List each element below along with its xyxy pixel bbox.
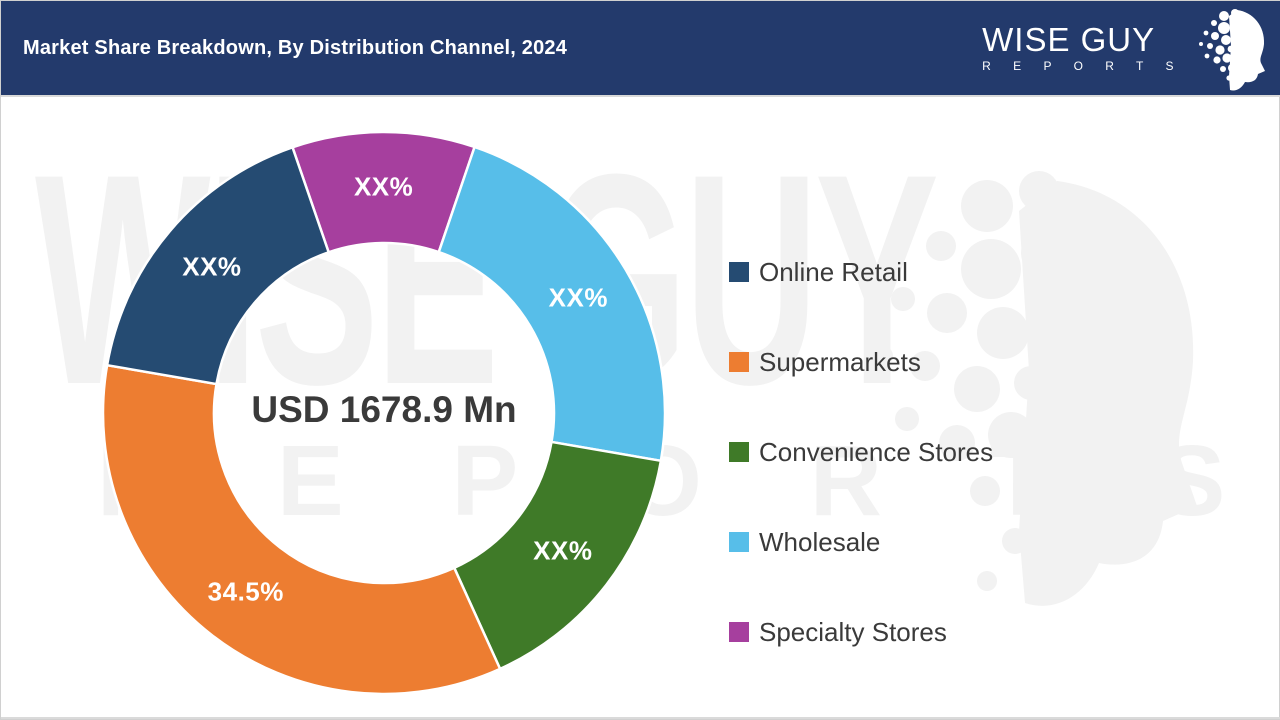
bottom-divider [1,717,1280,719]
slice-label-supermarkets: 34.5% [207,576,284,607]
legend-swatch [729,442,749,462]
legend-label: Wholesale [759,527,881,557]
slice-label-specialty-stores: XX% [353,171,414,202]
legend-swatch [729,352,749,372]
page-title: Market Share Breakdown, By Distribution … [23,36,568,59]
legend-item-specialty-stores: Specialty Stores [729,619,993,645]
legend-swatch [729,622,749,642]
slice-label-convenience-stores: XX% [533,535,593,566]
legend-label: Specialty Stores [759,617,947,647]
legend-label: Convenience Stores [759,437,994,467]
legend-item-convenience-stores: Convenience Stores [729,439,993,465]
legend-item-supermarkets: Supermarkets [729,349,993,375]
legend-swatch [729,262,749,282]
brand-logo: WISE GUY R E P O R T S [982,21,1183,74]
legend-label: Supermarkets [759,347,921,377]
legend-item-online-retail: Online Retail [729,259,993,285]
slice-label-online-retail: XX% [182,251,242,282]
slice-label-wholesale: XX% [548,282,608,313]
chart-legend: Online Retail Supermarkets Convenience Sto… [729,259,993,709]
report-chart-page: { "header": { "title": "Market Share Bre… [0,0,1280,720]
legend-item-wholesale: Wholesale [729,529,993,555]
chart-center-value: USD 1678.9 Mn [251,389,517,430]
brand-face-icon [1199,9,1265,91]
legend-label: Online Retail [759,257,908,287]
brand-logo-text: WISE GUY [982,21,1156,58]
legend-swatch [729,532,749,552]
brand-logo-subtext: R E P O R T S [982,59,1183,73]
